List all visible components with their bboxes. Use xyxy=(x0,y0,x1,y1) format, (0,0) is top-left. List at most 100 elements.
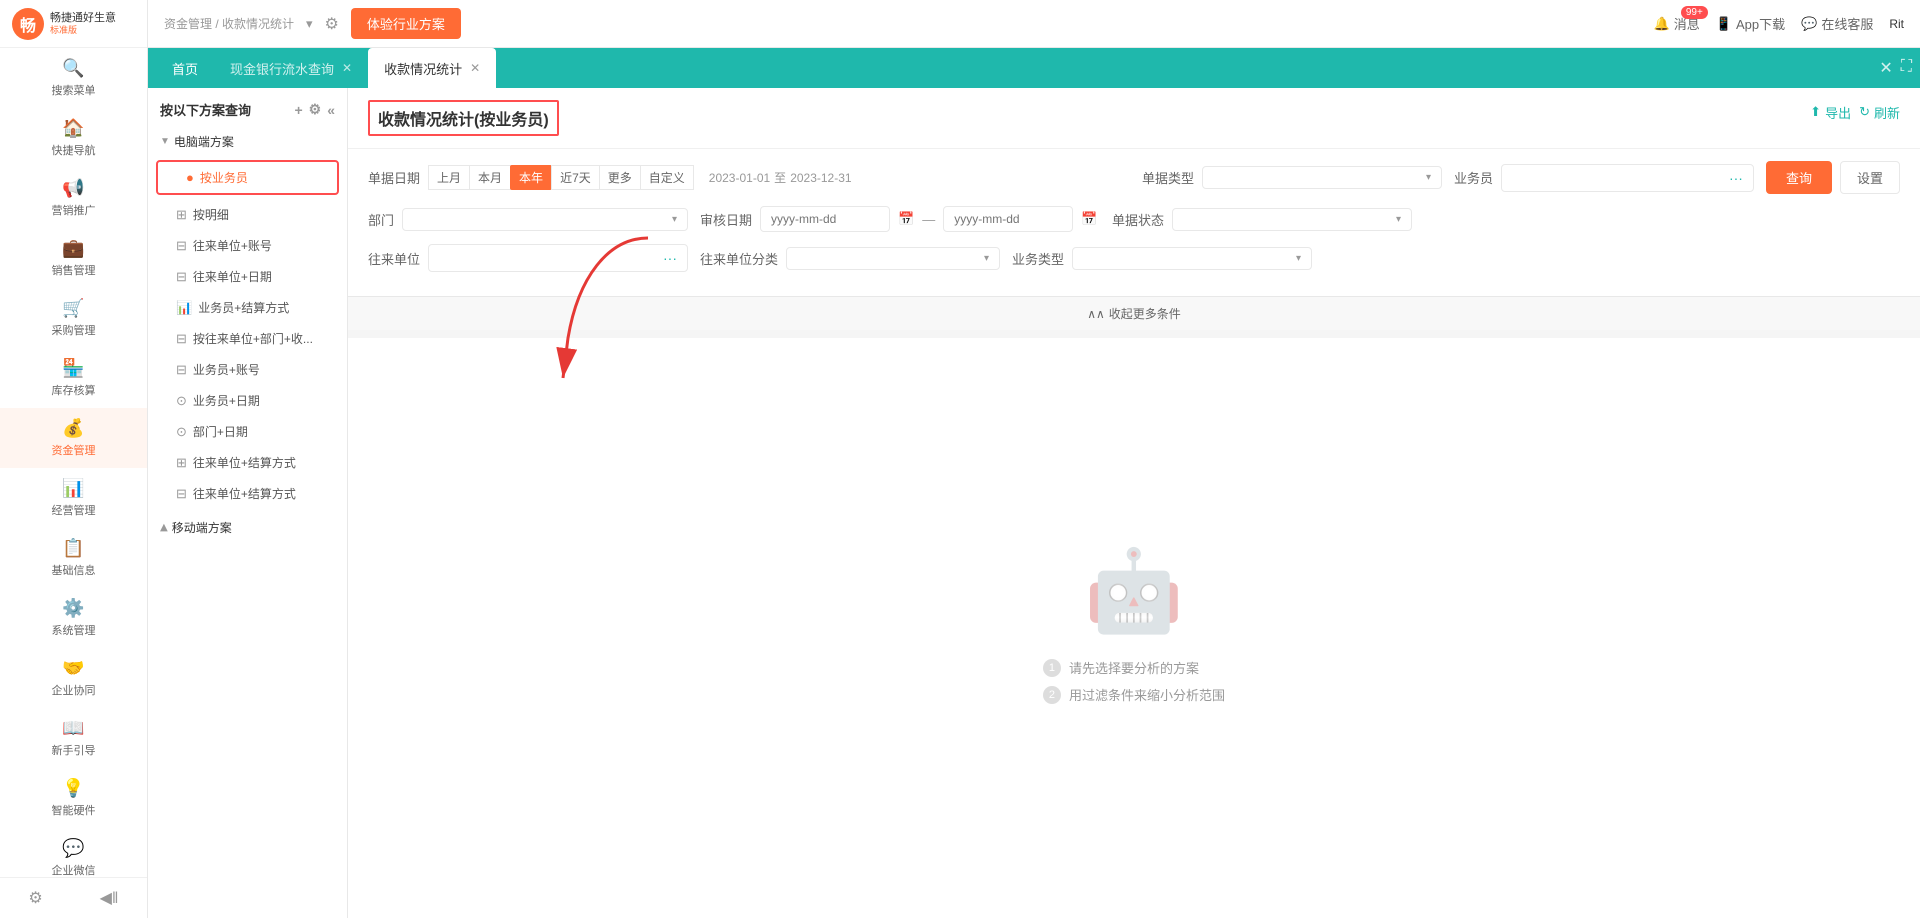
scheme-item-counterpart-date[interactable]: ⊟ 往来单位+日期 xyxy=(148,261,347,292)
tab-bank-flow[interactable]: 现金银行流水查询 ✕ xyxy=(214,48,368,88)
tab-close-collection[interactable]: ✕ xyxy=(470,61,480,75)
sidebar-item-guide[interactable]: 📖 新手引导 xyxy=(0,708,147,768)
date-tab-this-year[interactable]: 本年 xyxy=(510,165,552,190)
dept-label: 部门 xyxy=(368,210,394,229)
sidebar-item-quicknav[interactable]: 🏠 快捷导航 xyxy=(0,108,147,168)
filter-area: 单据日期 上月 本月 本年 近7天 更多 自定义 2023-01-01 至 xyxy=(348,149,1920,296)
dept-select[interactable]: ▾ xyxy=(402,208,688,231)
salesperson-input[interactable]: ··· xyxy=(1501,164,1754,192)
scheme-header: 按以下方案查询 + ⚙ « xyxy=(148,100,347,127)
capital-icon: 💰 xyxy=(62,418,84,439)
scheme-item-ss-icon: 📊 xyxy=(176,300,192,316)
tab-expand-icon[interactable]: ⛶ xyxy=(1901,58,1912,78)
sidebar-item-inventory[interactable]: 🏪 库存核算 xyxy=(0,348,147,408)
scheme-item-sa-icon: ⊟ xyxy=(176,362,187,378)
sidebar-item-enterprise[interactable]: 🤝 企业协同 xyxy=(0,648,147,708)
sidebar-item-marketing[interactable]: 📢 营销推广 xyxy=(0,168,147,228)
tab-close-all-icon[interactable]: ✕ xyxy=(1879,58,1892,78)
scheme-item-counterpart-settlement1[interactable]: ⊞ 往来单位+结算方式 xyxy=(148,447,347,478)
tab-home[interactable]: 首页 xyxy=(156,48,214,88)
tab-collection-stat[interactable]: 收款情况统计 ✕ xyxy=(368,48,496,88)
doc-status-select[interactable]: ▾ xyxy=(1172,208,1412,231)
scheme-item-salesperson-account[interactable]: ⊟ 业务员+账号 xyxy=(148,354,347,385)
biz-type-select[interactable]: ▾ xyxy=(1072,247,1312,270)
scheme-item-dept-date[interactable]: ⊙ 部门+日期 xyxy=(148,416,347,447)
date-tab-last-month[interactable]: 上月 xyxy=(428,165,470,190)
scheme-item-sd-icon: ⊙ xyxy=(176,393,187,409)
counterpart-type-label: 往来单位分类 xyxy=(700,249,778,268)
settings-btn[interactable]: 设置 xyxy=(1840,161,1900,194)
page-header: 收款情况统计(按业务员) ⬆ 导出 ↻ 刷新 xyxy=(348,88,1920,149)
review-date-to-calendar-icon[interactable]: 📅 xyxy=(1081,211,1097,227)
scheme-item-counterpart-account[interactable]: ⊟ 往来单位+账号 xyxy=(148,230,347,261)
collapse-bar[interactable]: ∧∧ 收起更多条件 xyxy=(348,296,1920,330)
scheme-section-desktop-title[interactable]: ▼ 电脑端方案 xyxy=(148,127,347,156)
sidebar-footer: ⚙ ◀‖ xyxy=(0,877,147,918)
filter-review-date: 审核日期 📅 — 📅 xyxy=(700,206,1100,232)
date-tab-more[interactable]: 更多 xyxy=(599,165,641,190)
collapse-sidebar-icon[interactable]: ◀‖ xyxy=(100,888,119,908)
content-area: 按以下方案查询 + ⚙ « ▼ 电脑端方案 ● 按业务员 xyxy=(148,88,1920,918)
doc-type-select[interactable]: ▾ xyxy=(1202,166,1442,189)
sidebar-item-purchase[interactable]: 🛒 采购管理 xyxy=(0,288,147,348)
filter-biz-type: 业务类型 ▾ xyxy=(1012,247,1312,270)
sidebar-item-search[interactable]: 🔍 搜索菜单 xyxy=(0,48,147,108)
review-date-to-input[interactable] xyxy=(943,206,1073,232)
page-title: 收款情况统计(按业务员) xyxy=(368,100,559,136)
export-btn[interactable]: ⬆ 导出 xyxy=(1810,103,1851,122)
date-tab-this-month[interactable]: 本月 xyxy=(469,165,511,190)
refresh-btn[interactable]: ↻ 刷新 xyxy=(1859,103,1900,122)
sidebar-item-hardware[interactable]: 💡 智能硬件 xyxy=(0,768,147,828)
scheme-item-counterpart-dept[interactable]: ⊟ 按往来单位+部门+收... xyxy=(148,323,347,354)
query-btn[interactable]: 查询 xyxy=(1766,161,1832,194)
biz-type-arrow-icon: ▾ xyxy=(1296,253,1301,264)
user-name[interactable]: Rit xyxy=(1889,17,1904,31)
filter-doc-status: 单据状态 ▾ xyxy=(1112,208,1412,231)
scheme-item-salesperson-date[interactable]: ⊙ 业务员+日期 xyxy=(148,385,347,416)
date-range: 2023-01-01 至 2023-12-31 xyxy=(709,169,852,186)
doc-status-arrow-icon: ▾ xyxy=(1396,214,1401,225)
sidebar-item-capital[interactable]: 💰 资金管理 xyxy=(0,408,147,468)
review-date-from-input[interactable] xyxy=(760,206,890,232)
tab-close-bank-flow[interactable]: ✕ xyxy=(342,61,352,75)
scheme-item-counterpart-settlement2[interactable]: ⊟ 往来单位+结算方式 xyxy=(148,478,347,509)
counterpart-input[interactable]: ··· xyxy=(428,244,688,272)
scheme-collapse-icon[interactable]: « xyxy=(327,102,335,118)
query-main: 收款情况统计(按业务员) ⬆ 导出 ↻ 刷新 单据日 xyxy=(348,88,1920,918)
filter-row-1: 单据日期 上月 本月 本年 近7天 更多 自定义 2023-01-01 至 xyxy=(368,161,1900,194)
date-separator: 至 xyxy=(774,169,786,186)
date-tab-custom[interactable]: 自定义 xyxy=(640,165,694,190)
app-download-btn[interactable]: 📱 App下载 xyxy=(1716,14,1785,33)
filter-doc-type: 单据类型 ▾ xyxy=(1142,166,1442,189)
scheme-item-by-detail[interactable]: ⊞ 按明细 xyxy=(148,199,347,230)
notification-btn[interactable]: 🔔 消息 99+ xyxy=(1654,14,1700,33)
scheme-settings-icon[interactable]: ⚙ xyxy=(309,101,322,118)
page-actions: ⬆ 导出 ↻ 刷新 xyxy=(1810,103,1900,122)
settings-bottom-icon[interactable]: ⚙ xyxy=(28,888,42,908)
date-label: 单据日期 xyxy=(368,168,420,187)
doc-type-arrow-icon: ▾ xyxy=(1426,172,1431,183)
scheme-item-salesperson-settlement[interactable]: 📊 业务员+结算方式 xyxy=(148,292,347,323)
date-tab-7days[interactable]: 近7天 xyxy=(551,165,600,190)
counterpart-type-select[interactable]: ▾ xyxy=(786,247,1000,270)
sidebar-item-system[interactable]: ⚙️ 系统管理 xyxy=(0,588,147,648)
sidebar-item-wechat[interactable]: 💬 企业微信 xyxy=(0,828,147,877)
salesperson-more-icon[interactable]: ··· xyxy=(1729,170,1743,186)
sidebar-item-sales[interactable]: 💼 销售管理 xyxy=(0,228,147,288)
topbar-gear-icon[interactable]: ⚙ xyxy=(325,14,339,34)
sidebar: 畅 畅捷通好生意 标准版 🔍 搜索菜单 🏠 快捷导航 📢 营销推广 💼 销售管理… xyxy=(0,0,148,918)
sidebar-item-operations[interactable]: 📊 经营管理 xyxy=(0,468,147,528)
scheme-add-icon[interactable]: + xyxy=(294,102,302,118)
scheme-item-by-salesperson[interactable]: ● 按业务员 xyxy=(158,162,337,193)
breadcrumb-dropdown-icon[interactable]: ▾ xyxy=(306,16,313,32)
review-date-from-calendar-icon[interactable]: 📅 xyxy=(898,211,914,227)
empty-robot-illustration: 🤖 xyxy=(1084,544,1184,638)
sidebar-item-basics[interactable]: 📋 基础信息 xyxy=(0,528,147,588)
scheme-item-detail-icon: ⊞ xyxy=(176,207,187,223)
step-1-text: 请先选择要分析的方案 xyxy=(1069,658,1199,677)
scheme-section-mobile-title[interactable]: ▶ 移动端方案 xyxy=(148,513,347,542)
counterpart-more-icon[interactable]: ··· xyxy=(663,250,677,266)
online-service-btn[interactable]: 💬 在线客服 xyxy=(1801,14,1873,33)
trial-btn[interactable]: 体验行业方案 xyxy=(351,8,461,39)
sidebar-nav: 🔍 搜索菜单 🏠 快捷导航 📢 营销推广 💼 销售管理 🛒 采购管理 🏪 库存核… xyxy=(0,48,147,877)
